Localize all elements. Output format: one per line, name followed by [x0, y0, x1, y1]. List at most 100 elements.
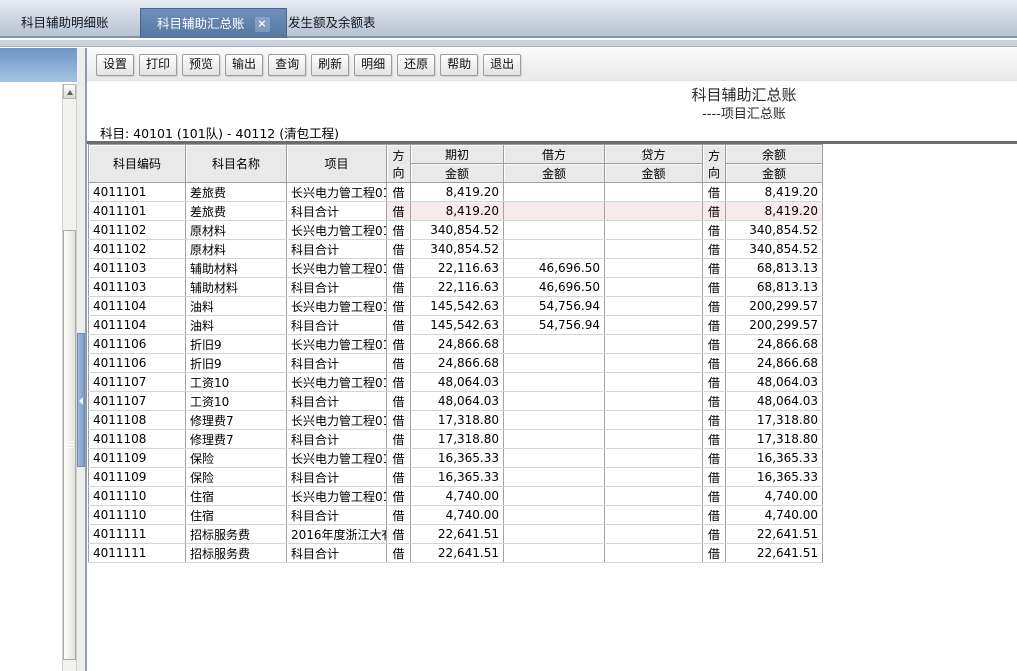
cell-initial-amount[interactable]: 24,866.68	[410, 353, 504, 373]
cell-direction[interactable]: 借	[386, 220, 411, 240]
cell-direction-2[interactable]: 借	[702, 315, 726, 335]
cell-name[interactable]: 辅助材料	[185, 277, 287, 297]
cell-credit-amount[interactable]	[604, 182, 703, 202]
cell-name[interactable]: 油料	[185, 296, 287, 316]
cell-debit-amount[interactable]	[503, 429, 605, 449]
cell-project[interactable]: 科目合计	[286, 505, 387, 525]
cell-balance-amount[interactable]: 22,641.51	[725, 524, 823, 544]
cell-initial-amount[interactable]: 340,854.52	[410, 220, 504, 240]
cell-code[interactable]: 4011109	[88, 448, 186, 468]
print-button[interactable]: 打印	[139, 54, 178, 76]
help-button[interactable]: 帮助	[440, 54, 479, 76]
cell-credit-amount[interactable]	[604, 467, 703, 487]
cell-initial-amount[interactable]: 22,116.63	[410, 258, 504, 278]
cell-initial-amount[interactable]: 4,740.00	[410, 505, 504, 525]
cell-code[interactable]: 4011107	[88, 372, 186, 392]
close-icon[interactable]: ×	[254, 17, 270, 32]
cell-debit-amount[interactable]	[503, 201, 605, 221]
cell-project[interactable]: 长兴电力管工程01	[286, 334, 387, 354]
cell-direction[interactable]: 借	[386, 505, 411, 525]
cell-credit-amount[interactable]	[604, 372, 703, 392]
cell-debit-amount[interactable]	[503, 467, 605, 487]
cell-name[interactable]: 工资10	[185, 391, 287, 411]
cell-direction-2[interactable]: 借	[702, 258, 726, 278]
cell-debit-amount[interactable]	[503, 239, 605, 259]
cell-balance-amount[interactable]: 68,813.13	[725, 277, 823, 297]
cell-balance-amount[interactable]: 24,866.68	[725, 334, 823, 354]
tab-subject-auxiliary-summary[interactable]: 科目辅助汇总账 ×	[140, 8, 287, 38]
cell-direction-2[interactable]: 借	[702, 429, 726, 449]
cell-balance-amount[interactable]: 48,064.03	[725, 391, 823, 411]
cell-project[interactable]: 科目合计	[286, 391, 387, 411]
cell-name[interactable]: 修理费7	[185, 410, 287, 430]
cell-debit-amount[interactable]: 54,756.94	[503, 296, 605, 316]
cell-credit-amount[interactable]	[604, 296, 703, 316]
cell-balance-amount[interactable]: 16,365.33	[725, 467, 823, 487]
cell-balance-amount[interactable]: 340,854.52	[725, 239, 823, 259]
export-button[interactable]: 输出	[225, 54, 264, 76]
cell-initial-amount[interactable]: 16,365.33	[410, 467, 504, 487]
cell-code[interactable]: 4011104	[88, 315, 186, 335]
cell-code[interactable]: 4011101	[88, 201, 186, 221]
tab-balance-table[interactable]: 发生额及余额表	[272, 8, 392, 38]
cell-direction[interactable]: 借	[386, 258, 411, 278]
restore-button[interactable]: 还原	[397, 54, 436, 76]
cell-project[interactable]: 科目合计	[286, 239, 387, 259]
cell-initial-amount[interactable]: 4,740.00	[410, 486, 504, 506]
cell-balance-amount[interactable]: 200,299.57	[725, 296, 823, 316]
cell-code[interactable]: 4011109	[88, 467, 186, 487]
cell-debit-amount[interactable]	[503, 372, 605, 392]
cell-project[interactable]: 长兴电力管工程01	[286, 372, 387, 392]
cell-credit-amount[interactable]	[604, 410, 703, 430]
query-button[interactable]: 查询	[268, 54, 307, 76]
cell-initial-amount[interactable]: 22,641.51	[410, 543, 504, 563]
cell-name[interactable]: 住宿	[185, 505, 287, 525]
cell-direction[interactable]: 借	[386, 201, 411, 221]
cell-credit-amount[interactable]	[604, 524, 703, 544]
cell-debit-amount[interactable]	[503, 391, 605, 411]
cell-debit-amount[interactable]	[503, 486, 605, 506]
cell-direction-2[interactable]: 借	[702, 543, 726, 563]
cell-direction[interactable]: 借	[386, 448, 411, 468]
cell-name[interactable]: 招标服务费	[185, 524, 287, 544]
cell-direction[interactable]: 借	[386, 410, 411, 430]
cell-code[interactable]: 4011111	[88, 543, 186, 563]
cell-name[interactable]: 保险	[185, 448, 287, 468]
cell-direction[interactable]: 借	[386, 467, 411, 487]
settings-button[interactable]: 设置	[96, 54, 135, 76]
cell-direction[interactable]: 借	[386, 277, 411, 297]
cell-credit-amount[interactable]	[604, 201, 703, 221]
scroll-up-button[interactable]	[63, 84, 76, 99]
cell-initial-amount[interactable]: 48,064.03	[410, 372, 504, 392]
exit-button[interactable]: 退出	[483, 54, 522, 76]
cell-code[interactable]: 4011110	[88, 505, 186, 525]
cell-direction-2[interactable]: 借	[702, 486, 726, 506]
cell-credit-amount[interactable]	[604, 239, 703, 259]
cell-project[interactable]: 长兴电力管工程01	[286, 448, 387, 468]
cell-code[interactable]: 4011102	[88, 220, 186, 240]
cell-direction[interactable]: 借	[386, 239, 411, 259]
cell-direction[interactable]: 借	[386, 543, 411, 563]
cell-debit-amount[interactable]: 46,696.50	[503, 277, 605, 297]
cell-name[interactable]: 原材料	[185, 239, 287, 259]
cell-balance-amount[interactable]: 8,419.20	[725, 201, 823, 221]
cell-project[interactable]: 科目合计	[286, 467, 387, 487]
cell-direction-2[interactable]: 借	[702, 239, 726, 259]
cell-balance-amount[interactable]: 22,641.51	[725, 543, 823, 563]
cell-debit-amount[interactable]: 54,756.94	[503, 315, 605, 335]
cell-direction-2[interactable]: 借	[702, 505, 726, 525]
cell-project[interactable]: 长兴电力管工程01	[286, 486, 387, 506]
cell-project[interactable]: 长兴电力管工程01	[286, 220, 387, 240]
cell-project[interactable]: 长兴电力管工程01	[286, 182, 387, 202]
cell-direction[interactable]: 借	[386, 391, 411, 411]
cell-initial-amount[interactable]: 8,419.20	[410, 201, 504, 221]
cell-initial-amount[interactable]: 17,318.80	[410, 410, 504, 430]
cell-credit-amount[interactable]	[604, 429, 703, 449]
cell-direction-2[interactable]: 借	[702, 182, 726, 202]
cell-balance-amount[interactable]: 340,854.52	[725, 220, 823, 240]
cell-code[interactable]: 4011101	[88, 182, 186, 202]
cell-initial-amount[interactable]: 340,854.52	[410, 239, 504, 259]
cell-direction-2[interactable]: 借	[702, 372, 726, 392]
cell-project[interactable]: 科目合计	[286, 429, 387, 449]
cell-credit-amount[interactable]	[604, 448, 703, 468]
